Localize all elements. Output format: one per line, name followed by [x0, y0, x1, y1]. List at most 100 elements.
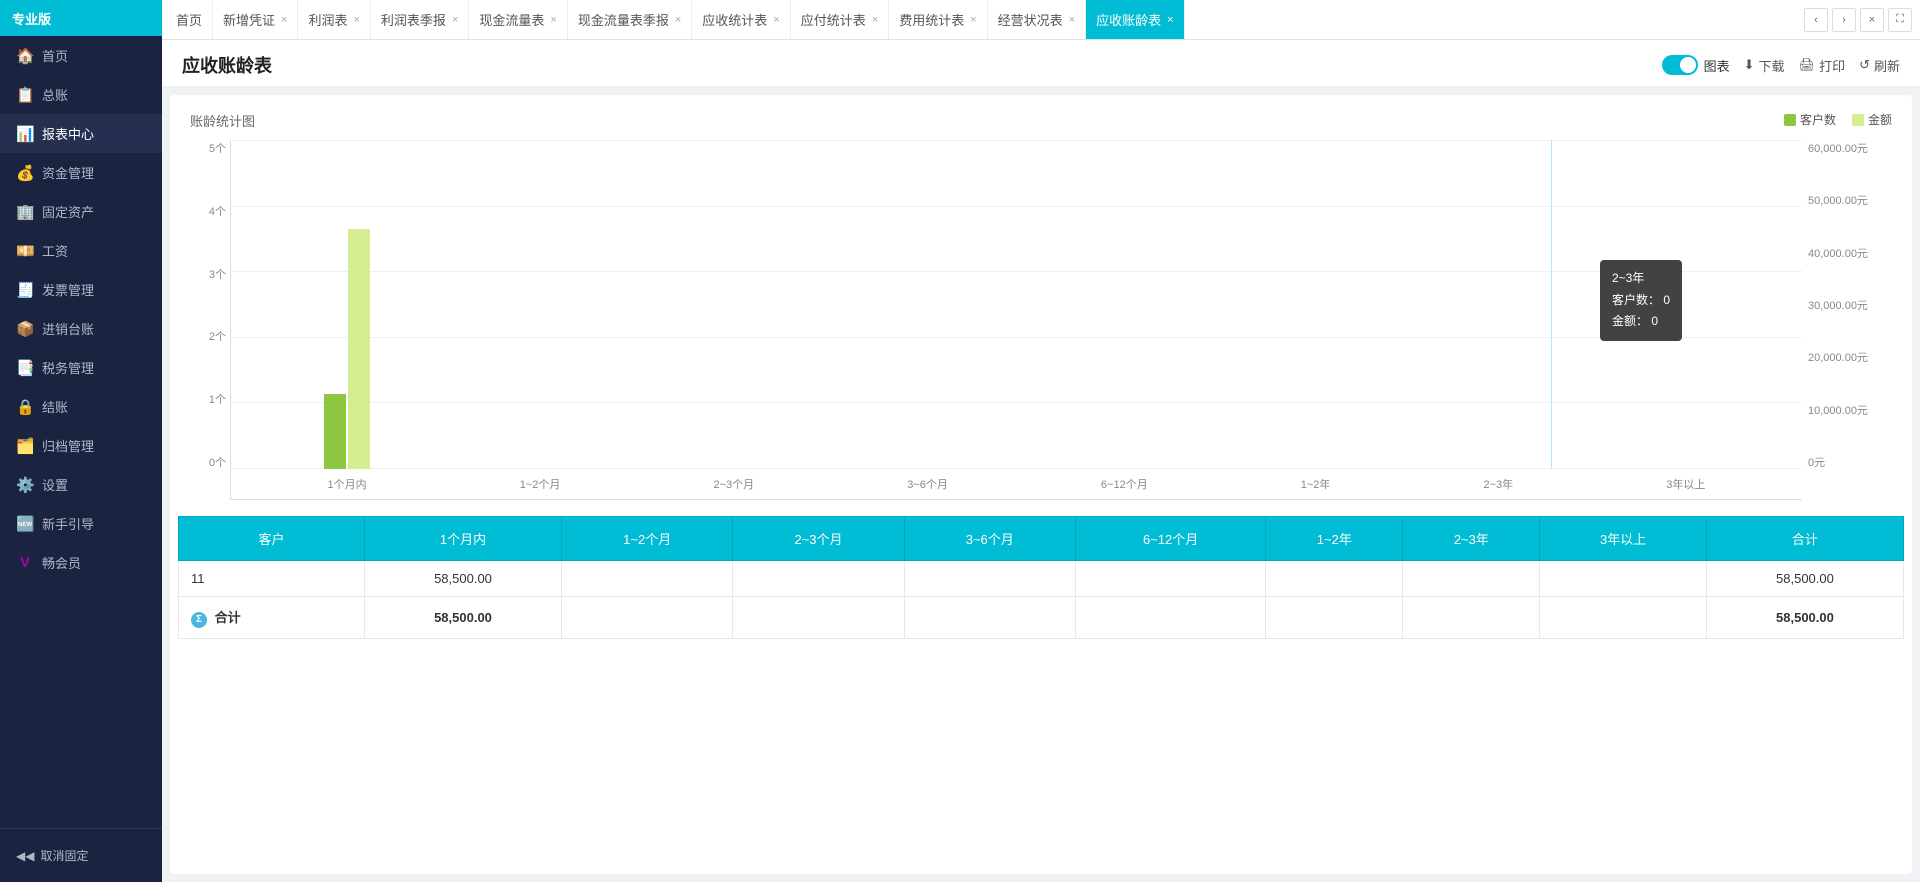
- sidebar-item-invoice[interactable]: 🧾 发票管理: [0, 270, 162, 309]
- tab-cashflow-quarter-close[interactable]: ×: [675, 14, 681, 26]
- sidebar-label-funds: 资金管理: [42, 163, 94, 182]
- tab-home[interactable]: 首页: [166, 0, 213, 39]
- th-m1: 1个月内: [364, 517, 561, 561]
- salary-icon: 💴: [16, 242, 34, 260]
- sum-icon: Σ: [191, 612, 207, 628]
- bar-light-m1: [348, 229, 370, 469]
- tab-expense-stat-label: 费用统计表: [899, 10, 964, 29]
- tab-business-stat-label: 经营状况表: [998, 10, 1063, 29]
- sidebar-label-closing: 结账: [42, 397, 68, 416]
- chart-tooltip: 2~3年 客户数： 0 金额： 0: [1600, 260, 1682, 341]
- download-label: 下载: [1759, 56, 1785, 75]
- tab-cashflow-close[interactable]: ×: [550, 14, 556, 26]
- tab-expense-stat[interactable]: 费用统计表 ×: [889, 0, 987, 39]
- sidebar-item-reports[interactable]: 📊 报表中心: [0, 114, 162, 153]
- tab-profit-label: 利润表: [308, 10, 347, 29]
- sidebar-label-settings: 设置: [42, 475, 68, 494]
- footer-m36: [904, 597, 1075, 639]
- footer-label: Σ 合计: [179, 597, 365, 639]
- tab-scroll-left[interactable]: ‹: [1804, 8, 1828, 32]
- tab-voucher-close[interactable]: ×: [281, 14, 287, 26]
- tab-receivable-age[interactable]: 应收账龄表 ×: [1086, 0, 1184, 39]
- cell-m12: [562, 561, 733, 597]
- x-label-y23: 2~3年: [1484, 476, 1514, 492]
- sidebar-item-closing[interactable]: 🔒 结账: [0, 387, 162, 426]
- cell-m612: [1075, 561, 1265, 597]
- tab-cashflow-quarter[interactable]: 现金流量表季报 ×: [568, 0, 692, 39]
- tab-payable-stat-close[interactable]: ×: [872, 14, 878, 26]
- x-label-y12: 1~2年: [1301, 476, 1331, 492]
- sidebar-item-inventory[interactable]: 📦 进销台账: [0, 309, 162, 348]
- legend-amount-dot: [1852, 114, 1864, 126]
- footer-y23: [1403, 597, 1540, 639]
- th-customer: 客户: [179, 517, 365, 561]
- tooltip-customers: 客户数： 0: [1612, 290, 1670, 312]
- cancel-fixed-button[interactable]: ◀◀ 取消固定: [0, 839, 162, 872]
- page-header: 应收账龄表 图表 ⬇ 下载 🖨 打印 ↺ 刷新: [162, 40, 1920, 87]
- tab-payable-stat[interactable]: 应付统计表 ×: [791, 0, 889, 39]
- cell-total: 58,500.00: [1706, 561, 1903, 597]
- chart-toggle[interactable]: [1662, 55, 1698, 75]
- refresh-button[interactable]: ↺ 刷新: [1859, 56, 1900, 75]
- tooltip-amount-value: 0: [1651, 314, 1658, 328]
- sidebar-label-invoice: 发票管理: [42, 280, 94, 299]
- tab-business-stat[interactable]: 经营状况表 ×: [988, 0, 1086, 39]
- archive-icon: 🗂️: [16, 437, 34, 455]
- tab-voucher[interactable]: 新增凭证 ×: [213, 0, 298, 39]
- tab-profit-quarter-close[interactable]: ×: [452, 14, 458, 26]
- sidebar-label-ledger: 总账: [42, 85, 68, 104]
- vip-icon: V: [16, 554, 34, 571]
- sidebar-item-salary[interactable]: 💴 工资: [0, 231, 162, 270]
- sidebar-item-tax[interactable]: 📑 税务管理: [0, 348, 162, 387]
- table-footer-row: Σ 合计 58,500.00 58,500.00: [179, 597, 1904, 639]
- th-total: 合计: [1706, 517, 1903, 561]
- cell-m23: [733, 561, 904, 597]
- print-icon: 🖨: [1799, 57, 1816, 73]
- cell-y12: [1266, 561, 1403, 597]
- legend-amount-label: 金额: [1868, 111, 1892, 128]
- chart-body: 2~3年 客户数： 0 金额： 0 1个月内 1~2个月: [230, 140, 1802, 500]
- tab-receivable-age-label: 应收账龄表: [1096, 10, 1161, 29]
- download-icon: ⬇: [1744, 57, 1755, 73]
- legend-customers-label: 客户数: [1800, 111, 1836, 128]
- funds-icon: 💰: [16, 164, 34, 182]
- footer-label-text: 合计: [215, 610, 241, 625]
- sidebar-bottom: ◀◀ 取消固定: [0, 828, 162, 882]
- sidebar-item-assets[interactable]: 🏢 固定资产: [0, 192, 162, 231]
- cancel-fixed-icon: ◀◀: [16, 849, 34, 863]
- sidebar-item-archive[interactable]: 🗂️ 归档管理: [0, 426, 162, 465]
- sidebar-item-funds[interactable]: 💰 资金管理: [0, 153, 162, 192]
- th-y23: 2~3年: [1403, 517, 1540, 561]
- tab-expense-stat-close[interactable]: ×: [970, 14, 976, 26]
- tab-close-all[interactable]: ×: [1860, 8, 1884, 32]
- sidebar-item-home[interactable]: 🏠 首页: [0, 36, 162, 75]
- sidebar-label-archive: 归档管理: [42, 436, 94, 455]
- tab-cashflow[interactable]: 现金流量表 ×: [469, 0, 567, 39]
- tab-profit-quarter[interactable]: 利润表季报 ×: [371, 0, 469, 39]
- tab-receivable-stat[interactable]: 应收统计表 ×: [692, 0, 790, 39]
- tooltip-amount-label: 金额: [1612, 314, 1636, 328]
- tab-profit-close[interactable]: ×: [353, 14, 359, 26]
- tab-profit[interactable]: 利润表 ×: [298, 0, 370, 39]
- x-label-m36: 3~6个月: [907, 476, 948, 492]
- th-m23: 2~3个月: [733, 517, 904, 561]
- print-label: 打印: [1819, 56, 1845, 75]
- y-left-5: 5个: [209, 140, 226, 156]
- tab-receivable-age-close[interactable]: ×: [1167, 14, 1173, 26]
- tab-expand[interactable]: ⛶: [1888, 8, 1912, 32]
- tab-receivable-stat-close[interactable]: ×: [773, 14, 779, 26]
- print-button[interactable]: 🖨 打印: [1799, 56, 1846, 75]
- bar-group-m1: [324, 229, 370, 469]
- footer-m1: 58,500.00: [364, 597, 561, 639]
- tab-business-stat-close[interactable]: ×: [1069, 14, 1075, 26]
- chart-container: 账龄统计图 客户数 金额 5个 4个 3个 2个 1个: [170, 95, 1912, 516]
- sidebar-item-vip[interactable]: V 畅会员: [0, 543, 162, 582]
- tab-scroll-right[interactable]: ›: [1832, 8, 1856, 32]
- tab-voucher-label: 新增凭证: [223, 10, 275, 29]
- page-title: 应收账龄表: [182, 52, 1662, 78]
- sidebar-item-guide[interactable]: 🆕 新手引导: [0, 504, 162, 543]
- footer-y12: [1266, 597, 1403, 639]
- download-button[interactable]: ⬇ 下载: [1744, 56, 1785, 75]
- sidebar-item-settings[interactable]: ⚙️ 设置: [0, 465, 162, 504]
- sidebar-item-ledger[interactable]: 📋 总账: [0, 75, 162, 114]
